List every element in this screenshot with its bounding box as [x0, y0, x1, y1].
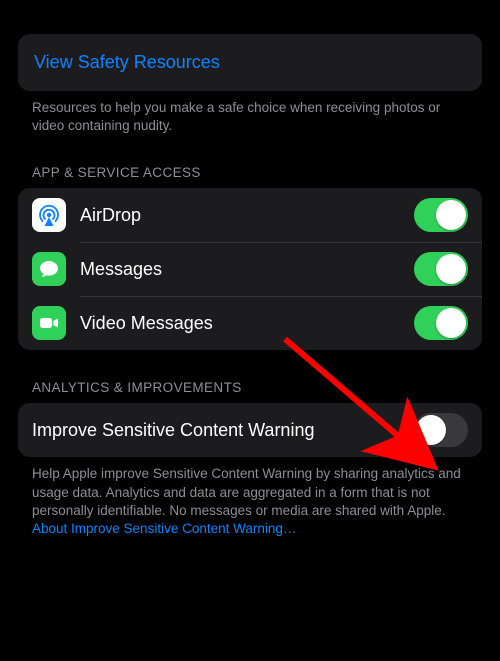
video-messages-icon: [32, 306, 66, 340]
analytics-footer: Help Apple improve Sensitive Content War…: [18, 457, 482, 538]
video-messages-label: Video Messages: [80, 313, 414, 334]
safety-resources-group: View Safety Resources: [18, 34, 482, 91]
improve-scw-label: Improve Sensitive Content Warning: [32, 420, 414, 441]
messages-toggle[interactable]: [414, 252, 468, 286]
view-safety-resources-link[interactable]: View Safety Resources: [18, 34, 482, 91]
airdrop-label: AirDrop: [80, 205, 414, 226]
app-access-group: AirDrop Messages Video Messages: [18, 188, 482, 350]
view-safety-resources-label: View Safety Resources: [34, 52, 220, 73]
messages-row: Messages: [18, 242, 482, 296]
messages-label: Messages: [80, 259, 414, 280]
airdrop-toggle[interactable]: [414, 198, 468, 232]
about-scw-link[interactable]: About Improve Sensitive Content Warning…: [32, 521, 296, 536]
messages-icon: [32, 252, 66, 286]
video-messages-row: Video Messages: [18, 296, 482, 350]
analytics-footer-text: Help Apple improve Sensitive Content War…: [32, 466, 461, 517]
app-access-header: APP & SERVICE ACCESS: [18, 165, 482, 188]
video-messages-toggle[interactable]: [414, 306, 468, 340]
analytics-header: ANALYTICS & IMPROVEMENTS: [18, 380, 482, 403]
improve-scw-toggle[interactable]: [414, 413, 468, 447]
airdrop-icon: [32, 198, 66, 232]
airdrop-row: AirDrop: [18, 188, 482, 242]
safety-resources-footer: Resources to help you make a safe choice…: [18, 91, 482, 135]
analytics-group: Improve Sensitive Content Warning: [18, 403, 482, 457]
improve-scw-row: Improve Sensitive Content Warning: [18, 403, 482, 457]
